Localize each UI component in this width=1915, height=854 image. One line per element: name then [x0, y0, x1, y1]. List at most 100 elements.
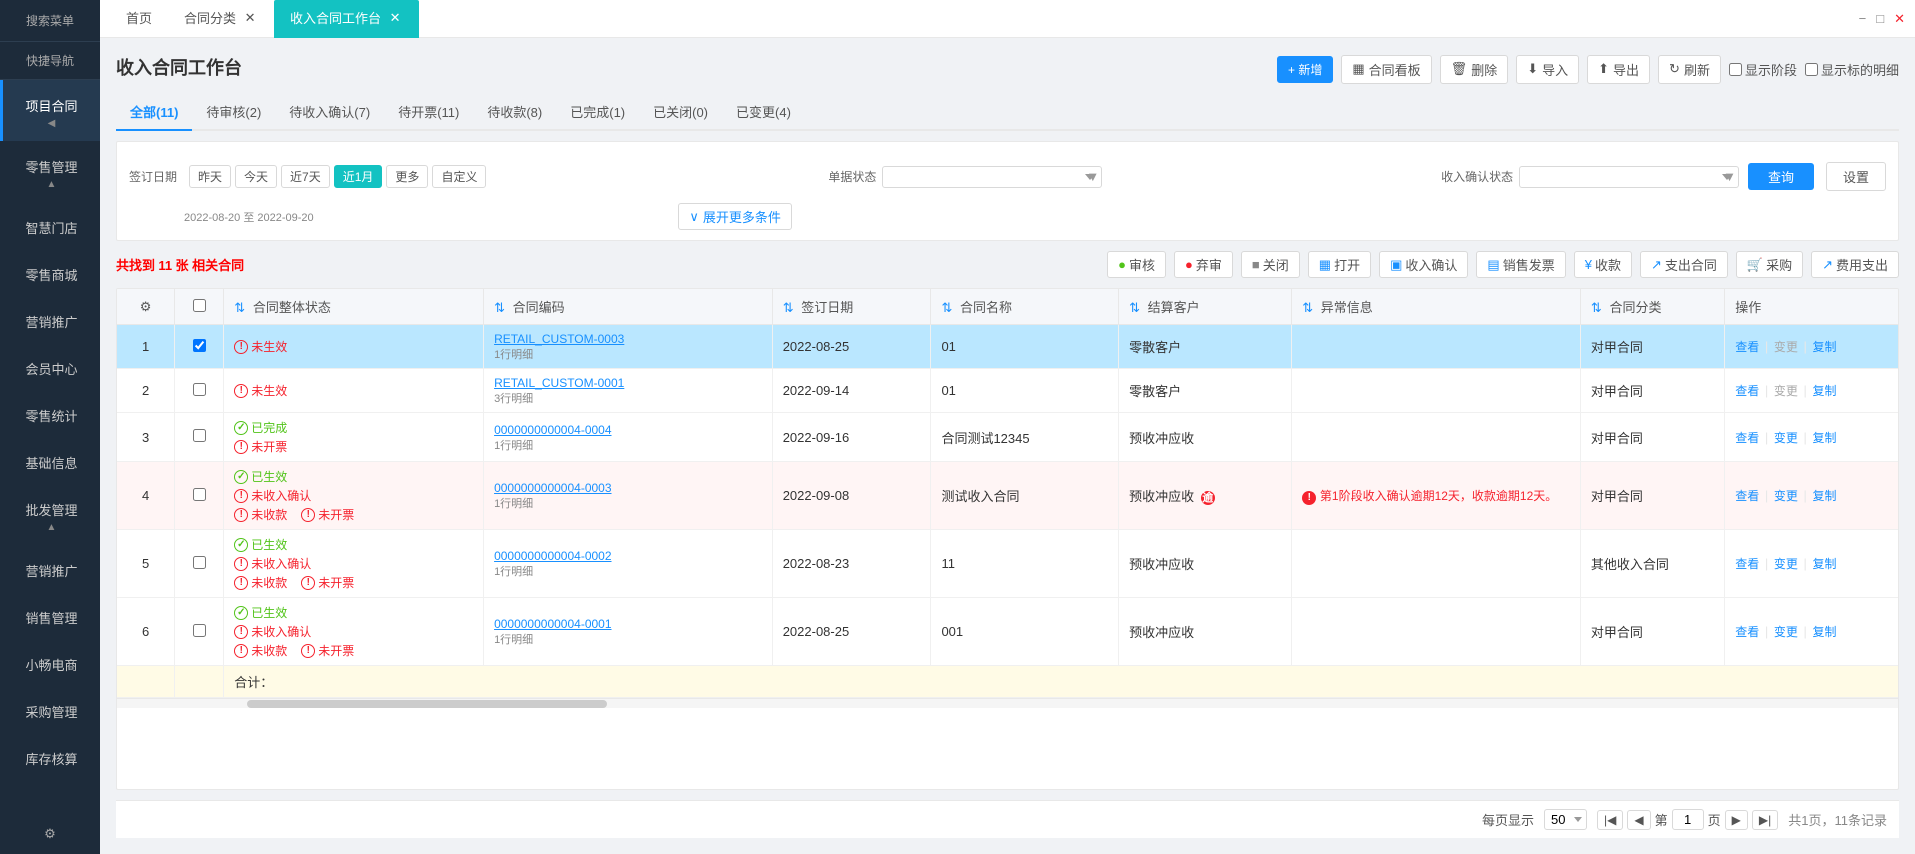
action-close-btn[interactable]: ■ 关闭 [1241, 251, 1300, 278]
contract-link-2[interactable]: RETAIL_CUSTOM-0001 [494, 376, 624, 390]
date-btn-more[interactable]: 更多 [386, 165, 428, 188]
show-stage-checkbox[interactable]: 显示阶段 [1729, 60, 1797, 79]
op-view-3[interactable]: 查看 [1735, 431, 1759, 445]
filter-tab-completed[interactable]: 已完成(1) [556, 94, 639, 131]
filter-tab-pending-invoice[interactable]: 待开票(11) [384, 94, 473, 131]
horizontal-scrollbar[interactable] [117, 698, 1898, 708]
scrollbar-thumb[interactable] [247, 700, 607, 708]
close-icon[interactable]: ✕ [242, 10, 258, 26]
row-checkbox-1[interactable] [193, 339, 206, 352]
sidebar-quick-nav[interactable]: 快捷导航 [0, 42, 100, 80]
sidebar-item-inventory[interactable]: 库存核算 [0, 733, 100, 780]
contract-link-5[interactable]: 0000000000004-0002 [494, 549, 611, 563]
show-label-checkbox[interactable]: 显示标的明细 [1805, 60, 1899, 79]
filter-tab-all[interactable]: 全部(11) [116, 94, 192, 131]
row-checkbox-6[interactable] [193, 624, 206, 637]
sidebar-item-marketing2[interactable]: 营销推广 [0, 545, 100, 592]
date-btn-yesterday[interactable]: 昨天 [189, 165, 231, 188]
window-minimize-btn[interactable]: − [1859, 11, 1867, 26]
tab-contract-category-close[interactable]: ✕ [242, 10, 258, 26]
op-view-1[interactable]: 查看 [1735, 340, 1759, 354]
action-review-btn[interactable]: ● 审核 [1107, 251, 1166, 278]
income-confirm-select[interactable] [1519, 166, 1739, 188]
op-view-4[interactable]: 查看 [1735, 489, 1759, 503]
contract-link-3[interactable]: 0000000000004-0004 [494, 423, 611, 437]
sidebar-item-retail-mgmt[interactable]: 零售管理 ▲ [0, 141, 100, 202]
date-btn-today[interactable]: 今天 [235, 165, 277, 188]
op-copy-6[interactable]: 复制 [1813, 625, 1837, 639]
date-btn-last7days[interactable]: 近7天 [281, 165, 330, 188]
op-change-3[interactable]: 变更 [1774, 431, 1798, 445]
sidebar-item-project[interactable]: 项目合同 ◀ [0, 80, 100, 141]
op-change-5[interactable]: 变更 [1774, 557, 1798, 571]
op-view-6[interactable]: 查看 [1735, 625, 1759, 639]
tab-home[interactable]: 首页 [110, 0, 168, 38]
settings-button[interactable]: ⚙ [36, 814, 64, 854]
op-view-2[interactable]: 查看 [1735, 384, 1759, 398]
sidebar-item-basic-info[interactable]: 基础信息 [0, 437, 100, 484]
sidebar-item-marketing[interactable]: 营销推广 [0, 296, 100, 343]
contract-link-4[interactable]: 0000000000004-0003 [494, 481, 611, 495]
close-icon-active[interactable]: ✕ [387, 10, 403, 26]
op-copy-2[interactable]: 复制 [1813, 384, 1837, 398]
action-sales-invoice-btn[interactable]: ▤ 销售发票 [1476, 251, 1565, 278]
op-copy-3[interactable]: 复制 [1813, 431, 1837, 445]
tab-income-workbench[interactable]: 收入合同工作台 ✕ [274, 0, 419, 38]
action-collect-btn[interactable]: ¥ 收款 [1574, 251, 1632, 278]
tab-contract-category[interactable]: 合同分类 ✕ [168, 0, 274, 38]
filter-tab-pending-review[interactable]: 待审核(2) [192, 94, 275, 131]
filter-tab-pending-confirm[interactable]: 待收入确认(7) [275, 94, 384, 131]
op-copy-5[interactable]: 复制 [1813, 557, 1837, 571]
row-checkbox-4[interactable] [193, 488, 206, 501]
sidebar-item-retail-stats[interactable]: 零售统计 [0, 390, 100, 437]
page-next-btn[interactable]: ▶ [1725, 810, 1748, 830]
page-last-btn[interactable]: ▶| [1752, 810, 1778, 830]
page-first-btn[interactable]: |◀ [1597, 810, 1623, 830]
action-purchase-btn[interactable]: 🛒 采购 [1736, 251, 1803, 278]
gear-icon-col[interactable]: ⚙ [140, 299, 152, 314]
tab-income-workbench-close[interactable]: ✕ [387, 10, 403, 26]
action-expense-out-btn[interactable]: ↗ 费用支出 [1811, 251, 1899, 278]
op-copy-4[interactable]: 复制 [1813, 489, 1837, 503]
per-page-select[interactable]: 50 [1544, 809, 1587, 830]
show-stage-input[interactable] [1729, 63, 1742, 76]
sidebar-item-wholesale-mgmt[interactable]: 批发管理 ▲ [0, 484, 100, 545]
date-btn-last1month[interactable]: 近1月 [334, 165, 383, 188]
show-label-input[interactable] [1805, 63, 1818, 76]
sidebar-item-purchase[interactable]: 采购管理 [0, 686, 100, 733]
action-income-confirm-btn[interactable]: ▣ 收入确认 [1379, 251, 1468, 278]
sidebar-item-xiaochu[interactable]: 小畅电商 [0, 639, 100, 686]
sidebar-item-smart-store[interactable]: 智慧门店 [0, 202, 100, 249]
contract-link-6[interactable]: 0000000000004-0001 [494, 617, 611, 631]
window-maximize-btn[interactable]: □ [1876, 11, 1884, 26]
action-abandon-btn[interactable]: ● 弃审 [1174, 251, 1233, 278]
sidebar-item-members[interactable]: 会员中心 [0, 343, 100, 390]
query-button[interactable]: 查询 [1748, 163, 1814, 190]
sidebar-item-retail-mall[interactable]: 零售商城 [0, 249, 100, 296]
date-btn-custom[interactable]: 自定义 [432, 165, 486, 188]
refresh-button[interactable]: ↻ 刷新 [1658, 55, 1721, 84]
sidebar-search-btn[interactable]: 搜索菜单 [0, 0, 100, 42]
sidebar-item-sales-mgmt[interactable]: 销售管理 [0, 592, 100, 639]
action-print-btn[interactable]: ▦ 打开 [1308, 251, 1371, 278]
doc-status-select[interactable] [882, 166, 1102, 188]
op-change-1[interactable]: 变更 [1774, 340, 1798, 354]
page-prev-btn[interactable]: ◀ [1627, 810, 1650, 830]
page-input[interactable] [1672, 809, 1704, 830]
row-checkbox-5[interactable] [193, 556, 206, 569]
kanban-button[interactable]: ▦ 合同看板 [1341, 55, 1431, 84]
delete-button[interactable]: 🗑 删除 [1440, 55, 1509, 84]
op-view-5[interactable]: 查看 [1735, 557, 1759, 571]
select-all-checkbox[interactable] [193, 299, 206, 312]
contract-link-1[interactable]: RETAIL_CUSTOM-0003 [494, 332, 624, 346]
export-button[interactable]: ⬆ 导出 [1587, 55, 1650, 84]
action-out-contract-btn[interactable]: ↗ 支出合同 [1640, 251, 1728, 278]
op-change-2[interactable]: 变更 [1774, 384, 1798, 398]
import-button[interactable]: ⬇ 导入 [1516, 55, 1579, 84]
op-change-4[interactable]: 变更 [1774, 489, 1798, 503]
filter-tab-closed[interactable]: 已关闭(0) [639, 94, 722, 131]
op-copy-1[interactable]: 复制 [1813, 340, 1837, 354]
window-close-btn[interactable]: ✕ [1894, 11, 1905, 27]
row-checkbox-3[interactable] [193, 429, 206, 442]
add-button[interactable]: + 新增 [1277, 56, 1333, 83]
